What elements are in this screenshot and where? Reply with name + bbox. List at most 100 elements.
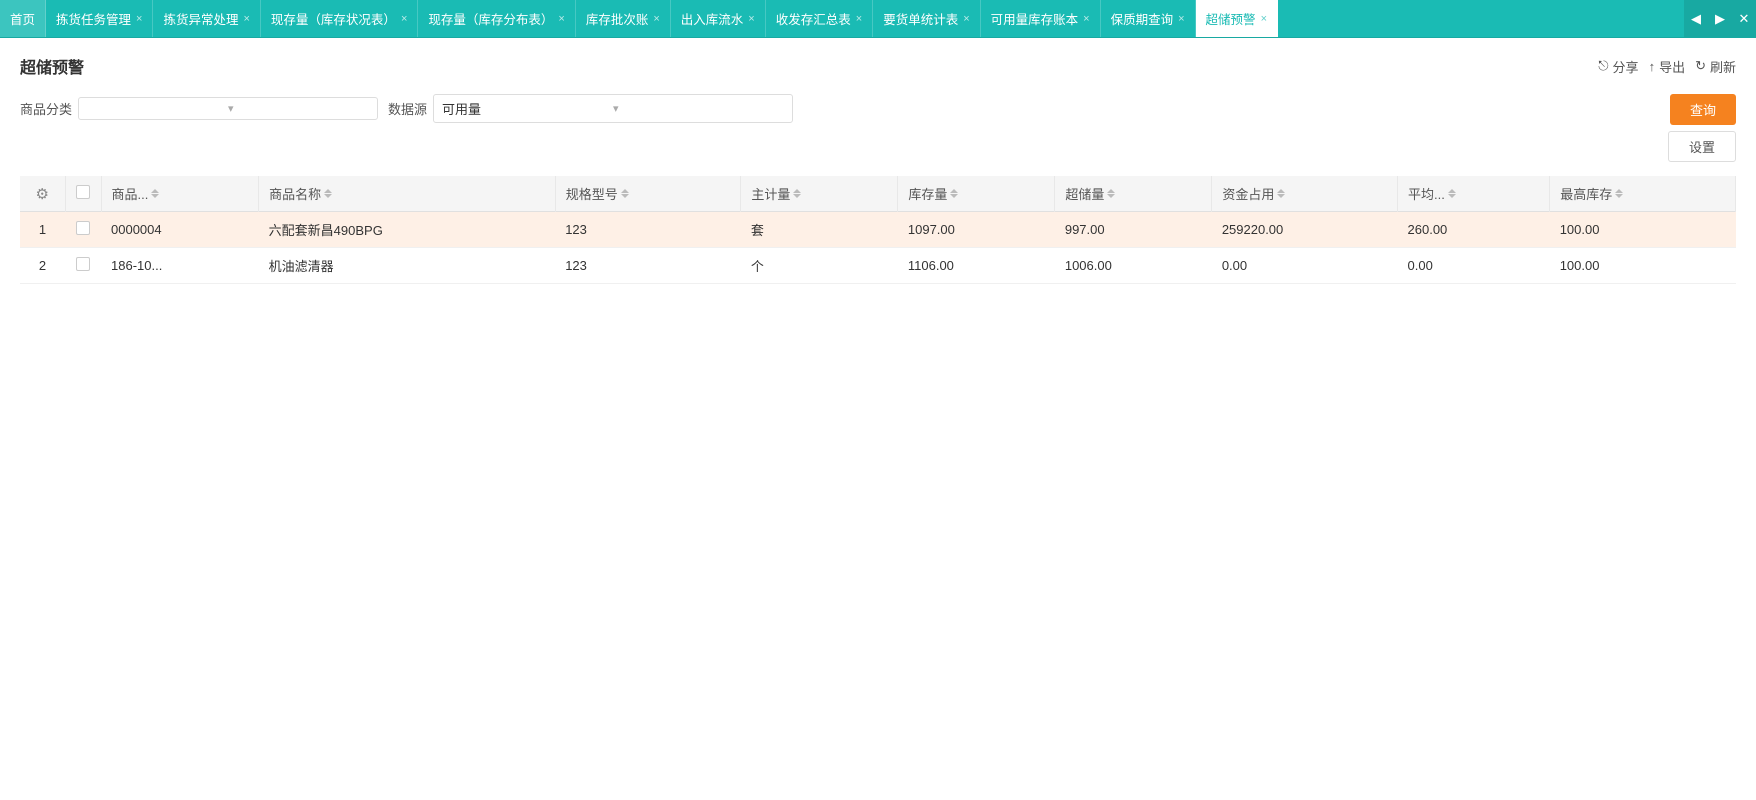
table-row[interactable]: 2 186-10... 机油滤清器 123 个 1106.00 1006.00 … <box>20 248 1736 284</box>
sort-icon <box>1615 189 1623 198</box>
nav-batch[interactable]: 库存批次账 × <box>576 0 671 37</box>
nav-arrows: ◀ ▶ ✕ <box>1684 0 1756 38</box>
sort-icon <box>1448 189 1456 198</box>
nav-next-button[interactable]: ▶ <box>1708 0 1732 38</box>
row-capital: 0.00 <box>1212 248 1398 284</box>
nav-close-icon[interactable]: × <box>136 13 142 25</box>
category-select[interactable]: ▾ <box>78 97 378 120</box>
datasource-label: 数据源 <box>388 99 427 118</box>
row-max-stock: 100.00 <box>1550 248 1736 284</box>
col-settings-header[interactable]: ⚙ <box>20 176 65 212</box>
nav-close-icon[interactable]: × <box>1178 13 1184 25</box>
sort-icon <box>1277 189 1285 198</box>
nav-close-icon[interactable]: × <box>748 13 754 25</box>
nav-collect[interactable]: 收发存汇总表 × <box>766 0 873 37</box>
share-action[interactable]: ⎋ 分享 <box>1598 57 1638 76</box>
sort-icon <box>621 189 629 198</box>
nav-available[interactable]: 可用量库存账本 × <box>981 0 1101 37</box>
sort-icon <box>324 189 332 198</box>
datasource-value: 可用量 <box>442 99 613 118</box>
nav-label: 收发存汇总表 <box>776 9 851 28</box>
nav-label: 要货单统计表 <box>883 9 958 28</box>
row-spec: 123 <box>555 212 741 248</box>
datasource-dropdown-arrow: ▾ <box>613 102 784 115</box>
row-stock: 1097.00 <box>898 212 1055 248</box>
row-unit: 个 <box>741 248 898 284</box>
refresh-action[interactable]: ↻ 刷新 <box>1695 57 1736 76</box>
row-avg: 260.00 <box>1398 212 1550 248</box>
nav-close-icon[interactable]: × <box>558 13 564 25</box>
row-spec: 123 <box>555 248 741 284</box>
nav-label: 库存批次账 <box>586 9 649 28</box>
col-max-stock-header[interactable]: 最高库存 <box>1550 176 1736 212</box>
nav-prev-button[interactable]: ◀ <box>1684 0 1708 38</box>
nav-close-icon[interactable]: × <box>401 13 407 25</box>
settings-button[interactable]: 设置 <box>1668 131 1736 162</box>
nav-quality[interactable]: 保质期查询 × <box>1101 0 1196 37</box>
nav-inout[interactable]: 出入库流水 × <box>671 0 766 37</box>
col-capital-header[interactable]: 资金占用 <box>1212 176 1398 212</box>
nav-abnormal[interactable]: 拣货异常处理 × <box>153 0 260 37</box>
nav-label: 拣货异常处理 <box>163 9 238 28</box>
nav-close-icon[interactable]: × <box>653 13 659 25</box>
category-filter: 商品分类 ▾ <box>20 97 378 120</box>
nav-close-icon[interactable]: × <box>963 13 969 25</box>
row-product-code: 186-10... <box>101 248 259 284</box>
nav-close-icon[interactable]: × <box>1083 13 1089 25</box>
row-product-name: 机油滤清器 <box>259 248 556 284</box>
refresh-label: 刷新 <box>1710 57 1736 76</box>
page-title-row: 超储预警 ⎋ 分享 ↑ 导出 ↻ 刷新 <box>20 54 1736 78</box>
header-checkbox[interactable] <box>76 185 90 199</box>
nav-label: 可用量库存账本 <box>991 9 1079 28</box>
col-avg-header[interactable]: 平均... <box>1398 176 1550 212</box>
page-actions: ⎋ 分享 ↑ 导出 ↻ 刷新 <box>1598 57 1736 76</box>
row-checkbox-cell[interactable] <box>65 248 101 284</box>
col-over-header[interactable]: 超储量 <box>1055 176 1212 212</box>
nav-label: 超储预警 <box>1206 9 1256 28</box>
top-nav: 首页 拣货任务管理 × 拣货异常处理 × 现存量（库存状况表） × 现存量（库存… <box>0 0 1756 38</box>
sort-icon <box>1107 189 1115 198</box>
share-label: 分享 <box>1613 57 1639 76</box>
export-action[interactable]: ↑ 导出 <box>1649 57 1686 76</box>
row-index: 1 <box>20 212 65 248</box>
table-row[interactable]: 1 0000004 六配套新昌490BPG 123 套 1097.00 997.… <box>20 212 1736 248</box>
data-table: ⚙ 商品... 商品名称 <box>20 176 1736 284</box>
nav-close-icon[interactable]: × <box>1261 13 1267 25</box>
nav-home[interactable]: 首页 <box>0 0 46 37</box>
query-button[interactable]: 查询 <box>1670 94 1736 125</box>
row-checkbox[interactable] <box>76 257 90 271</box>
nav-home-label: 首页 <box>10 9 35 28</box>
nav-more-button[interactable]: ✕ <box>1732 0 1756 38</box>
row-checkbox-cell[interactable] <box>65 212 101 248</box>
nav-order-stat[interactable]: 要货单统计表 × <box>873 0 980 37</box>
row-product-name: 六配套新昌490BPG <box>259 212 556 248</box>
share-icon: ⎋ <box>1598 58 1608 74</box>
filter-buttons: 查询 设置 <box>1668 94 1736 162</box>
nav-label: 现存量（库存分布表） <box>428 9 553 28</box>
export-icon: ↑ <box>1649 59 1656 74</box>
nav-close-icon[interactable]: × <box>243 13 249 25</box>
col-product-name-header[interactable]: 商品名称 <box>259 176 556 212</box>
page-container: 超储预警 ⎋ 分享 ↑ 导出 ↻ 刷新 商品分类 ▾ <box>0 38 1756 300</box>
row-stock: 1106.00 <box>898 248 1055 284</box>
datasource-select[interactable]: 可用量 ▾ <box>433 94 793 123</box>
row-over: 1006.00 <box>1055 248 1212 284</box>
col-spec-header[interactable]: 规格型号 <box>555 176 741 212</box>
table-header-row: ⚙ 商品... 商品名称 <box>20 176 1736 212</box>
row-avg: 0.00 <box>1398 248 1550 284</box>
col-checkbox-header[interactable] <box>65 176 101 212</box>
nav-label: 出入库流水 <box>681 9 744 28</box>
category-dropdown-arrow: ▾ <box>228 102 369 115</box>
nav-task-mgmt[interactable]: 拣货任务管理 × <box>46 0 153 37</box>
nav-close-icon[interactable]: × <box>856 13 862 25</box>
row-checkbox[interactable] <box>76 221 90 235</box>
row-index: 2 <box>20 248 65 284</box>
col-product-code-header[interactable]: 商品... <box>101 176 259 212</box>
nav-stock-dist[interactable]: 现存量（库存分布表） × <box>418 0 575 37</box>
col-unit-header[interactable]: 主计量 <box>741 176 898 212</box>
settings-gear-icon[interactable]: ⚙ <box>36 186 49 203</box>
export-label: 导出 <box>1659 57 1685 76</box>
nav-stock-status[interactable]: 现存量（库存状况表） × <box>261 0 418 37</box>
nav-overstock[interactable]: 超储预警 × <box>1196 0 1278 37</box>
col-stock-header[interactable]: 库存量 <box>898 176 1055 212</box>
